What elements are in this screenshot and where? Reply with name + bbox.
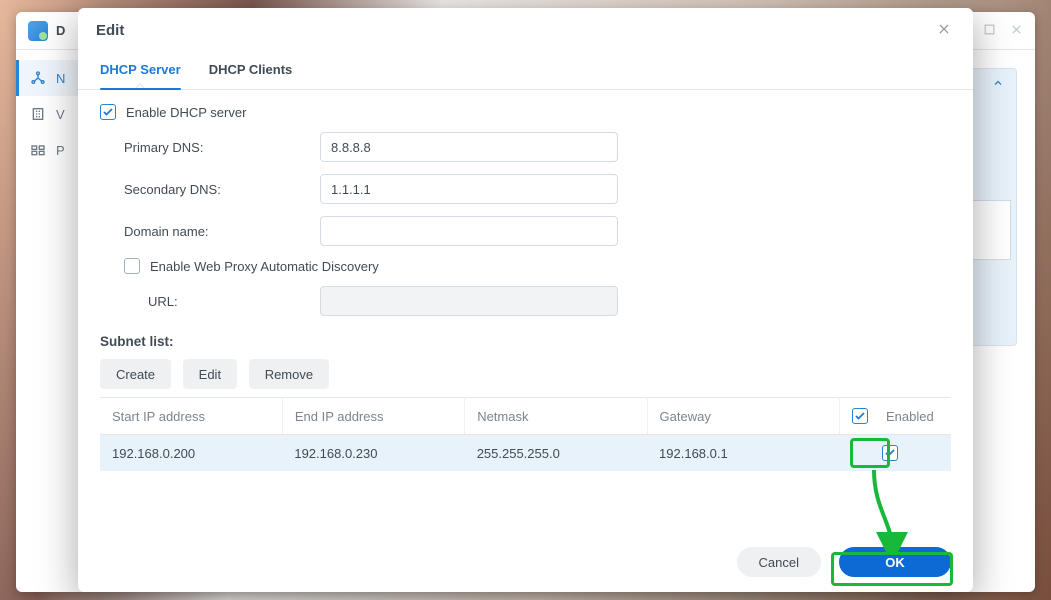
remove-button[interactable]: Remove (249, 359, 329, 389)
url-label: URL: (148, 294, 320, 309)
domain-name-label: Domain name: (124, 224, 320, 239)
col-netmask[interactable]: Netmask (465, 398, 647, 435)
enable-dhcp-label: Enable DHCP server (126, 105, 246, 120)
cell-netmask: 255.255.255.0 (465, 435, 647, 472)
dialog-content: Enable DHCP server Primary DNS: Secondar… (78, 90, 973, 532)
dialog-title: Edit (96, 22, 124, 39)
subnet-list-title: Subnet list: (100, 334, 951, 349)
edit-dialog: Edit DHCP Server DHCP Clients Enable DHC… (78, 8, 973, 592)
cell-enabled (840, 435, 951, 472)
cell-gateway: 192.168.0.1 (647, 435, 839, 472)
cancel-button[interactable]: Cancel (737, 547, 821, 577)
cell-end-ip: 192.168.0.230 (282, 435, 464, 472)
primary-dns-label: Primary DNS: (124, 140, 320, 155)
enable-dhcp-checkbox[interactable] (100, 104, 116, 120)
cell-start-ip: 192.168.0.200 (100, 435, 282, 472)
edit-button[interactable]: Edit (183, 359, 237, 389)
col-end-ip[interactable]: End IP address (282, 398, 464, 435)
subnet-table: Start IP address End IP address Netmask … (100, 397, 951, 471)
row-enabled-checkbox[interactable] (882, 445, 898, 461)
tab-bar: DHCP Server DHCP Clients (78, 52, 973, 90)
col-enabled-label: Enabled (886, 409, 934, 424)
table-row[interactable]: 192.168.0.200 192.168.0.230 255.255.255.… (100, 435, 951, 472)
col-gateway[interactable]: Gateway (647, 398, 839, 435)
close-icon[interactable] (937, 21, 951, 39)
primary-dns-input[interactable] (320, 132, 618, 162)
tab-label: DHCP Clients (209, 62, 293, 77)
secondary-dns-input[interactable] (320, 174, 618, 204)
tab-dhcp-clients[interactable]: DHCP Clients (209, 52, 293, 89)
tab-label: DHCP Server (100, 62, 181, 77)
url-input (320, 286, 618, 316)
create-button[interactable]: Create (100, 359, 171, 389)
col-enabled[interactable]: Enabled (840, 398, 951, 435)
col-start-ip[interactable]: Start IP address (100, 398, 282, 435)
secondary-dns-label: Secondary DNS: (124, 182, 320, 197)
enabled-header-checkbox[interactable] (852, 408, 868, 424)
wpad-checkbox[interactable] (124, 258, 140, 274)
ok-button[interactable]: OK (839, 547, 951, 577)
wpad-label: Enable Web Proxy Automatic Discovery (150, 259, 379, 274)
tab-dhcp-server[interactable]: DHCP Server (100, 52, 181, 89)
modal-overlay: Edit DHCP Server DHCP Clients Enable DHC… (0, 0, 1051, 600)
subnet-toolbar: Create Edit Remove (100, 359, 951, 389)
dialog-footer: Cancel OK (78, 532, 973, 592)
domain-name-input[interactable] (320, 216, 618, 246)
